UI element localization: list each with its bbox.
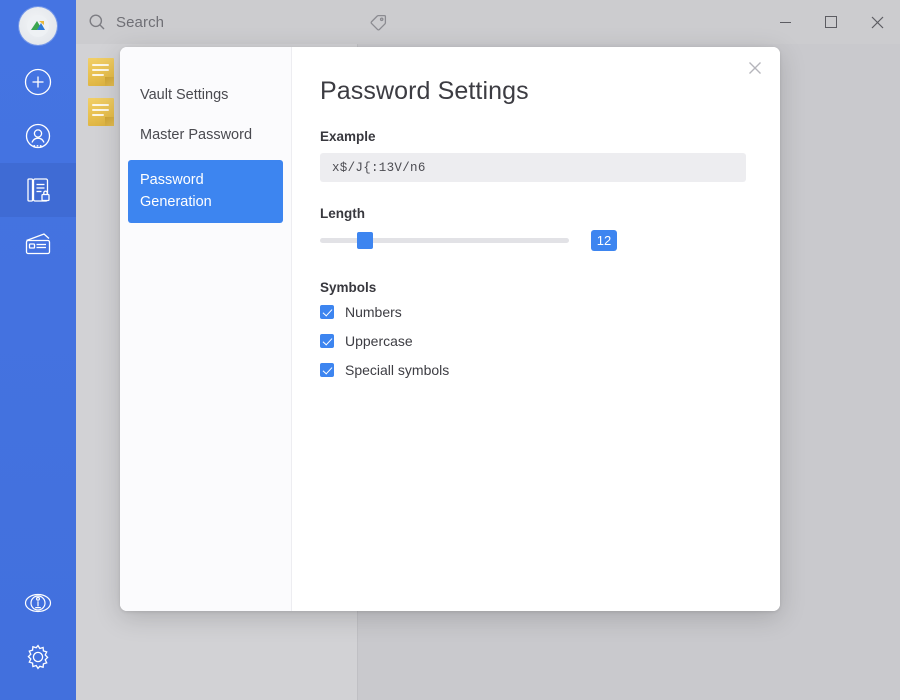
search-input[interactable]: Search bbox=[116, 14, 164, 31]
list-item[interactable] bbox=[88, 98, 114, 126]
length-slider-thumb[interactable] bbox=[357, 232, 374, 249]
dialog-nav-label: Master Password bbox=[140, 127, 253, 144]
length-label: Length bbox=[320, 206, 365, 221]
checkbox-label: Numbers bbox=[345, 304, 402, 320]
example-label: Example bbox=[320, 129, 376, 144]
checkbox-label: Speciall symbols bbox=[345, 362, 450, 378]
note-icon bbox=[88, 98, 114, 126]
wallet-card-icon bbox=[22, 228, 54, 260]
search-box[interactable]: Search bbox=[88, 0, 164, 44]
dialog-nav-item-master-password[interactable]: Master Password bbox=[120, 115, 291, 155]
checkbox-special-symbols[interactable] bbox=[320, 363, 334, 377]
dialog-nav: Vault Settings Master Password Password … bbox=[120, 47, 292, 611]
password-settings-dialog: Vault Settings Master Password Password … bbox=[120, 47, 780, 611]
note-icon bbox=[88, 58, 114, 86]
sidebar-item-payment-cards[interactable] bbox=[0, 217, 76, 271]
user-circle-icon bbox=[22, 120, 54, 152]
tag-icon[interactable] bbox=[364, 11, 392, 35]
sidebar-item-about[interactable] bbox=[0, 576, 76, 630]
minimize-button[interactable] bbox=[762, 0, 808, 44]
dialog-close-button[interactable] bbox=[742, 57, 768, 83]
top-bar: Search bbox=[76, 0, 900, 44]
close-button[interactable] bbox=[854, 0, 900, 44]
length-slider-row: 12 bbox=[320, 230, 746, 251]
sidebar-item-secure-notes[interactable] bbox=[0, 163, 76, 217]
dialog-nav-label: Vault Settings bbox=[140, 87, 229, 103]
close-icon bbox=[748, 61, 762, 80]
maximize-button[interactable] bbox=[808, 0, 854, 44]
info-circle-icon bbox=[22, 587, 54, 619]
dialog-content: Password Settings Example x$/J{:13V/n6 L… bbox=[292, 47, 780, 611]
list-item[interactable] bbox=[88, 58, 114, 86]
dialog-nav-item-vault-settings[interactable]: Vault Settings bbox=[120, 75, 291, 115]
checkbox-row-numbers[interactable]: Numbers bbox=[320, 304, 746, 320]
checkbox-uppercase[interactable] bbox=[320, 334, 334, 348]
document-lock-icon bbox=[22, 174, 54, 206]
dialog-nav-label: Password Generation bbox=[140, 171, 212, 211]
symbols-label: Symbols bbox=[320, 280, 377, 295]
length-slider[interactable] bbox=[320, 232, 569, 249]
length-value-badge: 12 bbox=[591, 230, 617, 251]
page-title: Password Settings bbox=[320, 77, 529, 105]
example-password-field[interactable]: x$/J{:13V/n6 bbox=[320, 153, 746, 182]
sidebar-item-identity[interactable] bbox=[0, 109, 76, 163]
dialog-nav-item-password-generation[interactable]: Password Generation bbox=[128, 159, 283, 223]
checkbox-row-uppercase[interactable]: Uppercase bbox=[320, 333, 746, 349]
sidebar-item-add[interactable] bbox=[0, 55, 76, 109]
symbols-options: Numbers Uppercase Speciall symbols bbox=[320, 304, 746, 378]
checkbox-row-special-symbols[interactable]: Speciall symbols bbox=[320, 362, 746, 378]
gear-icon bbox=[22, 641, 54, 673]
checkbox-numbers[interactable] bbox=[320, 305, 334, 319]
app-window: Search Vault Settings Master Password Pa… bbox=[0, 0, 900, 700]
checkbox-label: Uppercase bbox=[345, 333, 413, 349]
example-password-value: x$/J{:13V/n6 bbox=[332, 160, 426, 175]
sidebar-item-settings[interactable] bbox=[0, 630, 76, 684]
primary-nav-rail bbox=[0, 0, 76, 700]
window-controls bbox=[762, 0, 900, 44]
plus-circle-icon bbox=[22, 66, 54, 98]
search-icon bbox=[88, 13, 106, 31]
app-logo bbox=[19, 7, 57, 45]
app-logo-glyph bbox=[27, 15, 49, 37]
